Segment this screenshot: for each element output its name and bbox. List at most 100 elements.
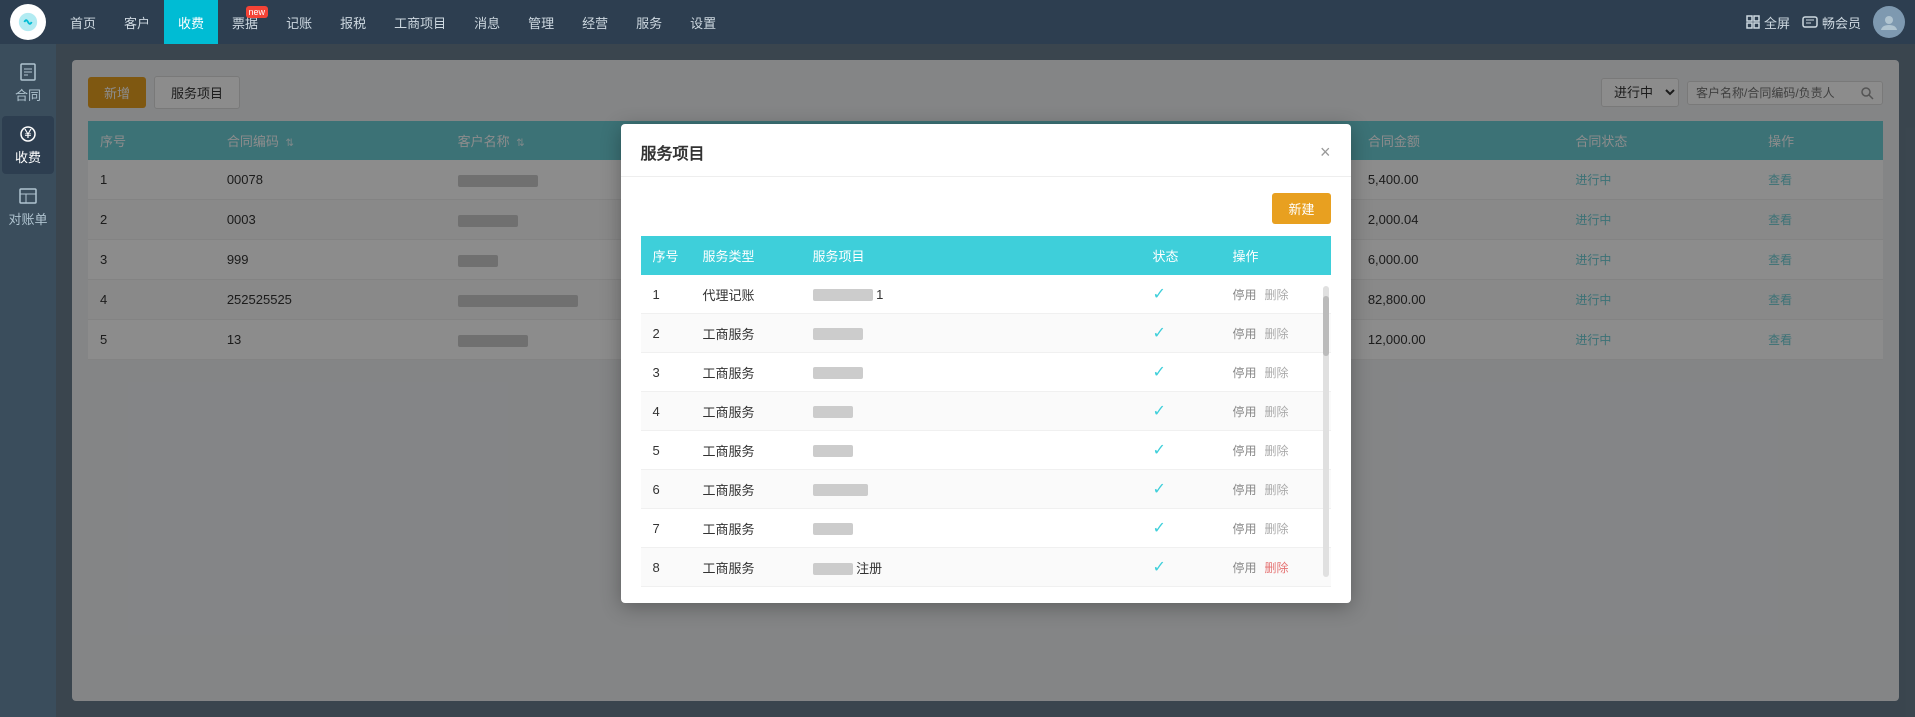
- nav-service[interactable]: 服务: [622, 0, 676, 44]
- member-icon: [1802, 15, 1818, 29]
- modal-cell-project: [801, 392, 1141, 431]
- nav-invoice[interactable]: 票据 new: [218, 0, 272, 44]
- modal-col-seq: 序号: [641, 236, 691, 275]
- stop-button[interactable]: 停用: [1233, 522, 1257, 536]
- modal-table-row: 4 工商服务 ✓ 停用删除: [641, 392, 1331, 431]
- statement-icon: [18, 186, 38, 206]
- delete-button[interactable]: 删除: [1265, 327, 1289, 341]
- modal-cell-type: 工商服务: [691, 470, 801, 509]
- modal-cell-seq: 4: [641, 392, 691, 431]
- nav-tax[interactable]: 报税: [326, 0, 380, 44]
- stop-button[interactable]: 停用: [1233, 561, 1257, 575]
- new-badge: new: [246, 6, 269, 18]
- app-logo[interactable]: [10, 4, 46, 40]
- modal-cell-project: [801, 431, 1141, 470]
- main-content: 新增 服务项目 进行中 全部 已终止: [56, 44, 1915, 717]
- delete-button[interactable]: 删除: [1265, 483, 1289, 497]
- modal-cell-project: [801, 509, 1141, 548]
- modal-cell-type: 工商服务: [691, 392, 801, 431]
- modal-scrollbar[interactable]: [1323, 286, 1329, 577]
- modal-new-button[interactable]: 新建: [1272, 193, 1330, 224]
- stop-button[interactable]: 停用: [1233, 288, 1257, 302]
- modal-title: 服务项目: [641, 140, 705, 164]
- modal-cell-seq: 8: [641, 548, 691, 587]
- modal-cell-type: 工商服务: [691, 431, 801, 470]
- modal-cell-action: 停用删除: [1221, 431, 1331, 470]
- user-avatar[interactable]: [1873, 6, 1905, 38]
- delete-button[interactable]: 删除: [1265, 561, 1289, 575]
- stop-button[interactable]: 停用: [1233, 483, 1257, 497]
- service-modal: 服务项目 × 新建 序号 服务类型 服务项目: [621, 124, 1351, 603]
- modal-cell-seq: 6: [641, 470, 691, 509]
- delete-button[interactable]: 删除: [1265, 288, 1289, 302]
- modal-cell-action: 停用删除: [1221, 509, 1331, 548]
- sidebar-item-billing[interactable]: ¥ 收费: [2, 116, 54, 174]
- contract-icon: [18, 62, 38, 82]
- nav-bookkeeping[interactable]: 记账: [272, 0, 326, 44]
- modal-cell-type: 工商服务: [691, 548, 801, 587]
- stop-button[interactable]: 停用: [1233, 444, 1257, 458]
- modal-cell-status: ✓: [1141, 392, 1221, 431]
- modal-cell-project: [801, 353, 1141, 392]
- nav-billing[interactable]: 收费: [164, 0, 218, 44]
- nav-operations[interactable]: 经营: [568, 0, 622, 44]
- modal-cell-project: 注册: [801, 548, 1141, 587]
- logo-icon: [17, 11, 39, 33]
- service-items-table: 序号 服务类型 服务项目 状态 操作 1 代理记账: [641, 236, 1331, 587]
- modal-close-button[interactable]: ×: [1320, 142, 1331, 163]
- modal-table-row: 2 工商服务 ✓ 停用删除: [641, 314, 1331, 353]
- fullscreen-button[interactable]: 全屏: [1746, 13, 1790, 32]
- delete-button[interactable]: 删除: [1265, 405, 1289, 419]
- nav-settings[interactable]: 设置: [676, 0, 730, 44]
- modal-cell-project: 1: [801, 275, 1141, 314]
- modal-cell-status: ✓: [1141, 353, 1221, 392]
- modal-cell-project: [801, 314, 1141, 353]
- modal-cell-status: ✓: [1141, 548, 1221, 587]
- modal-cell-type: 工商服务: [691, 314, 801, 353]
- modal-table-row: 1 代理记账 1 ✓ 停用删除: [641, 275, 1331, 314]
- modal-cell-type: 代理记账: [691, 275, 801, 314]
- modal-toolbar: 新建: [641, 193, 1331, 224]
- modal-cell-action: 停用删除: [1221, 548, 1331, 587]
- nav-menu: 首页 客户 收费 票据 new 记账 报税 工商项目 消息 管理 经营 服务 设…: [56, 0, 1746, 44]
- modal-cell-status: ✓: [1141, 509, 1221, 548]
- modal-table-row: 6 工商服务 ✓ 停用删除: [641, 470, 1331, 509]
- modal-cell-seq: 7: [641, 509, 691, 548]
- modal-table-row: 5 工商服务 ✓ 停用删除: [641, 431, 1331, 470]
- modal-cell-type: 工商服务: [691, 509, 801, 548]
- modal-cell-type: 工商服务: [691, 353, 801, 392]
- modal-scrollbar-thumb[interactable]: [1323, 296, 1329, 356]
- top-navigation: 首页 客户 收费 票据 new 记账 报税 工商项目 消息 管理 经营 服务 设…: [0, 0, 1915, 44]
- modal-col-project: 服务项目: [801, 236, 1141, 275]
- modal-cell-action: 停用删除: [1221, 470, 1331, 509]
- delete-button[interactable]: 删除: [1265, 366, 1289, 380]
- modal-cell-action: 停用删除: [1221, 392, 1331, 431]
- nav-customer[interactable]: 客户: [110, 0, 164, 44]
- member-button[interactable]: 畅会员: [1802, 13, 1861, 32]
- modal-col-type: 服务类型: [691, 236, 801, 275]
- stop-button[interactable]: 停用: [1233, 405, 1257, 419]
- delete-button[interactable]: 删除: [1265, 444, 1289, 458]
- modal-cell-project: [801, 470, 1141, 509]
- nav-message[interactable]: 消息: [460, 0, 514, 44]
- modal-overlay: 服务项目 × 新建 序号 服务类型 服务项目: [56, 44, 1915, 717]
- sidebar: 合同 ¥ 收费 对账单: [0, 44, 56, 717]
- nav-business[interactable]: 工商项目: [380, 0, 460, 44]
- nav-management[interactable]: 管理: [514, 0, 568, 44]
- stop-button[interactable]: 停用: [1233, 366, 1257, 380]
- delete-button[interactable]: 删除: [1265, 522, 1289, 536]
- sidebar-item-statement[interactable]: 对账单: [2, 178, 54, 236]
- modal-cell-seq: 1: [641, 275, 691, 314]
- main-layout: 合同 ¥ 收费 对账单 新增 服务项目: [0, 44, 1915, 717]
- nav-home[interactable]: 首页: [56, 0, 110, 44]
- modal-cell-seq: 2: [641, 314, 691, 353]
- modal-cell-status: ✓: [1141, 275, 1221, 314]
- sidebar-item-contract[interactable]: 合同: [2, 54, 54, 112]
- stop-button[interactable]: 停用: [1233, 327, 1257, 341]
- modal-table-row: 8 工商服务 注册 ✓ 停用删除: [641, 548, 1331, 587]
- modal-cell-action: 停用删除: [1221, 275, 1331, 314]
- modal-cell-seq: 5: [641, 431, 691, 470]
- avatar-icon: [1879, 12, 1899, 32]
- nav-right-area: 全屏 畅会员: [1746, 6, 1905, 38]
- modal-cell-status: ✓: [1141, 314, 1221, 353]
